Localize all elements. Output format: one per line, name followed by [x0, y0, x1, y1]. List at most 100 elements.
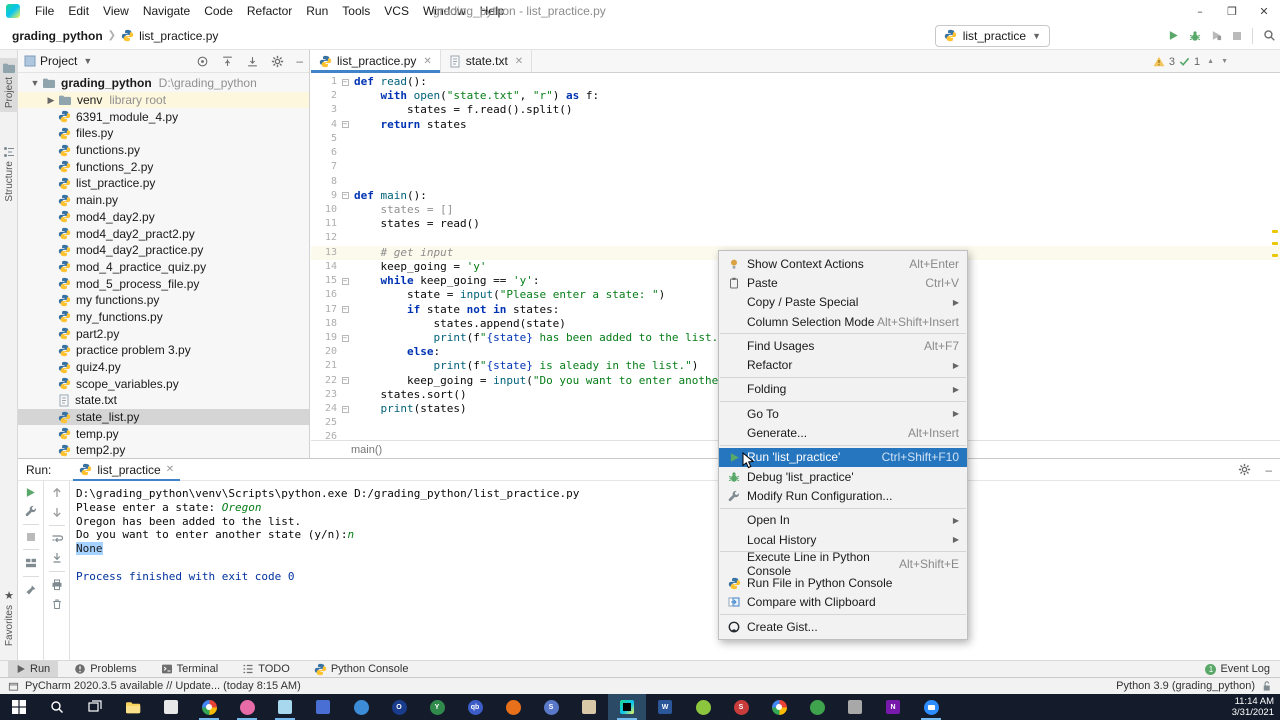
taskbar-file-explorer-icon[interactable]	[114, 694, 152, 720]
event-log-button[interactable]: 1 Event Log	[1205, 663, 1270, 675]
run-console[interactable]: D:\grading_python\venv\Scripts\python.ex…	[70, 481, 1280, 660]
minimize-icon[interactable]: –	[1184, 0, 1216, 22]
line-number[interactable]: 8	[311, 175, 337, 189]
taskbar-notepad-icon[interactable]	[266, 694, 304, 720]
line-number[interactable]: 26	[311, 430, 337, 440]
tree-item-mod4-day2-pract2-py[interactable]: mod4_day2_pract2.py	[18, 225, 309, 242]
tree-item-6391-module-4-py[interactable]: 6391_module_4.py	[18, 108, 309, 125]
tree-item-venv[interactable]: ▶ venv library root	[18, 91, 309, 109]
run-configuration-select[interactable]: list_practice ▼	[934, 24, 1050, 47]
breadcrumb-project[interactable]: grading_python	[12, 29, 103, 43]
taskbar-word-icon[interactable]: W	[646, 694, 684, 720]
line-number[interactable]: 25	[311, 416, 337, 430]
line-number[interactable]: 13	[311, 246, 337, 260]
tree-item-my-functions-py[interactable]: my functions.py	[18, 292, 309, 309]
close-icon[interactable]: ✕	[515, 56, 523, 67]
wrench-icon[interactable]	[25, 505, 37, 517]
tree-item-my-functions-py[interactable]: my_functions.py	[18, 309, 309, 326]
chevron-down-icon[interactable]: ▼	[28, 78, 42, 88]
tree-item-mod4-day2-py[interactable]: mod4_day2.py	[18, 209, 309, 226]
menu-run[interactable]: Run	[299, 0, 335, 22]
close-icon[interactable]: ✕	[1248, 0, 1280, 22]
context-menu-item-generate-[interactable]: Generate... Alt+Insert	[719, 423, 967, 442]
context-menu-item-column-selection-mode[interactable]: Column Selection Mode Alt+Shift+Insert	[719, 312, 967, 331]
fold-marker-icon[interactable]: −	[341, 405, 349, 413]
menu-tools[interactable]: Tools	[335, 0, 377, 22]
rerun-icon[interactable]	[25, 487, 36, 498]
context-menu-item-copy-paste-special[interactable]: Copy / Paste Special ▶	[719, 293, 967, 312]
close-icon[interactable]: ✕	[166, 464, 174, 475]
tree-item-functions-py[interactable]: functions.py	[18, 142, 309, 159]
menu-refactor[interactable]: Refactor	[240, 0, 299, 22]
context-menu-item-folding[interactable]: Folding ▶	[719, 380, 967, 399]
line-number[interactable]: 2	[311, 89, 337, 103]
editor-breadcrumb-scope[interactable]: main()	[351, 444, 382, 456]
status-message[interactable]: PyCharm 2020.3.5 available // Update... …	[8, 680, 301, 692]
gear-icon[interactable]	[1238, 463, 1251, 477]
line-number[interactable]: 22	[311, 374, 337, 388]
tree-item-state-txt[interactable]: state.txt	[18, 392, 309, 409]
close-icon[interactable]: ✕	[423, 56, 431, 67]
code-line-4[interactable]: 4− return states	[311, 118, 1280, 132]
up-icon[interactable]	[51, 487, 63, 499]
line-number[interactable]: 21	[311, 359, 337, 373]
fold-marker-icon[interactable]: −	[341, 277, 349, 285]
context-menu-item-run-file-in-python-console[interactable]: Run File in Python Console	[719, 573, 967, 592]
line-number[interactable]: 1	[311, 75, 337, 89]
search-everywhere-icon[interactable]	[1263, 29, 1276, 42]
tree-item-list-practice-py[interactable]: list_practice.py	[18, 175, 309, 192]
tree-item-state-list-py[interactable]: state_list.py	[18, 408, 309, 426]
code-line-6[interactable]: 6	[311, 146, 1280, 160]
taskbar-onenote-icon[interactable]: N	[874, 694, 912, 720]
taskbar-globe-app-icon[interactable]	[342, 694, 380, 720]
hide-panel-icon[interactable]: –	[1265, 463, 1272, 477]
taskbar-zoom-icon[interactable]	[912, 694, 950, 720]
code-line-7[interactable]: 7	[311, 160, 1280, 174]
trash-icon[interactable]	[51, 598, 63, 610]
line-number[interactable]: 15	[311, 274, 337, 288]
line-number[interactable]: 4	[311, 118, 337, 132]
context-menu-item-compare-with-clipboard[interactable]: Compare with Clipboard	[719, 593, 967, 612]
taskbar-calculator-icon[interactable]	[304, 694, 342, 720]
taskbar-paint-3d-icon[interactable]	[228, 694, 266, 720]
line-number[interactable]: 10	[311, 203, 337, 217]
softwrap-icon[interactable]	[51, 533, 63, 545]
fold-marker-icon[interactable]: −	[341, 78, 349, 86]
print-icon[interactable]	[51, 579, 63, 591]
menu-navigate[interactable]: Navigate	[136, 0, 197, 22]
tool-stripe-favorites[interactable]: ★ Favorites	[0, 585, 18, 650]
line-number[interactable]: 19	[311, 331, 337, 345]
toolwindow-button-problems[interactable]: Problems	[66, 661, 144, 678]
code-line-10[interactable]: 10 states = []	[311, 203, 1280, 217]
taskbar-firefox-icon[interactable]	[494, 694, 532, 720]
line-number[interactable]: 20	[311, 345, 337, 359]
stop-main-icon[interactable]	[1232, 31, 1242, 41]
taskbar-search-icon[interactable]	[38, 694, 76, 720]
down-icon[interactable]	[51, 506, 63, 518]
taskbar-chrome-icon[interactable]	[190, 694, 228, 720]
pin-icon[interactable]	[25, 584, 37, 596]
taskbar-red-app-icon[interactable]: S	[722, 694, 760, 720]
chevron-down-icon[interactable]: ▼	[83, 56, 92, 66]
tree-item-mod-4-practice-quiz-py[interactable]: mod_4_practice_quiz.py	[18, 259, 309, 276]
fold-marker-icon[interactable]: −	[341, 334, 349, 342]
editor-tab-list-practice-py[interactable]: list_practice.py ✕	[311, 50, 441, 73]
line-number[interactable]: 23	[311, 388, 337, 402]
menu-file[interactable]: File	[28, 0, 61, 22]
taskbar-clock[interactable]: 11:14 AM 3/31/2021	[1232, 696, 1274, 718]
taskbar-quickbooks-icon[interactable]: qb	[456, 694, 494, 720]
taskbar-database-app-icon[interactable]	[836, 694, 874, 720]
code-line-12[interactable]: 12	[311, 231, 1280, 245]
debug-main-icon[interactable]	[1189, 30, 1201, 42]
taskbar-task-view-icon[interactable]	[76, 694, 114, 720]
line-number[interactable]: 16	[311, 288, 337, 302]
line-number[interactable]: 5	[311, 132, 337, 146]
taskbar-onepassword-icon[interactable]: O	[380, 694, 418, 720]
next-problem-icon[interactable]: ▼	[1221, 58, 1228, 65]
tool-stripe-project[interactable]: Project	[0, 58, 18, 113]
fold-marker-icon[interactable]: −	[341, 377, 349, 385]
code-line-9[interactable]: 9− def main():	[311, 189, 1280, 203]
warning-mark-icon[interactable]	[1272, 254, 1278, 257]
line-number[interactable]: 9	[311, 189, 337, 203]
code-line-8[interactable]: 8	[311, 175, 1280, 189]
